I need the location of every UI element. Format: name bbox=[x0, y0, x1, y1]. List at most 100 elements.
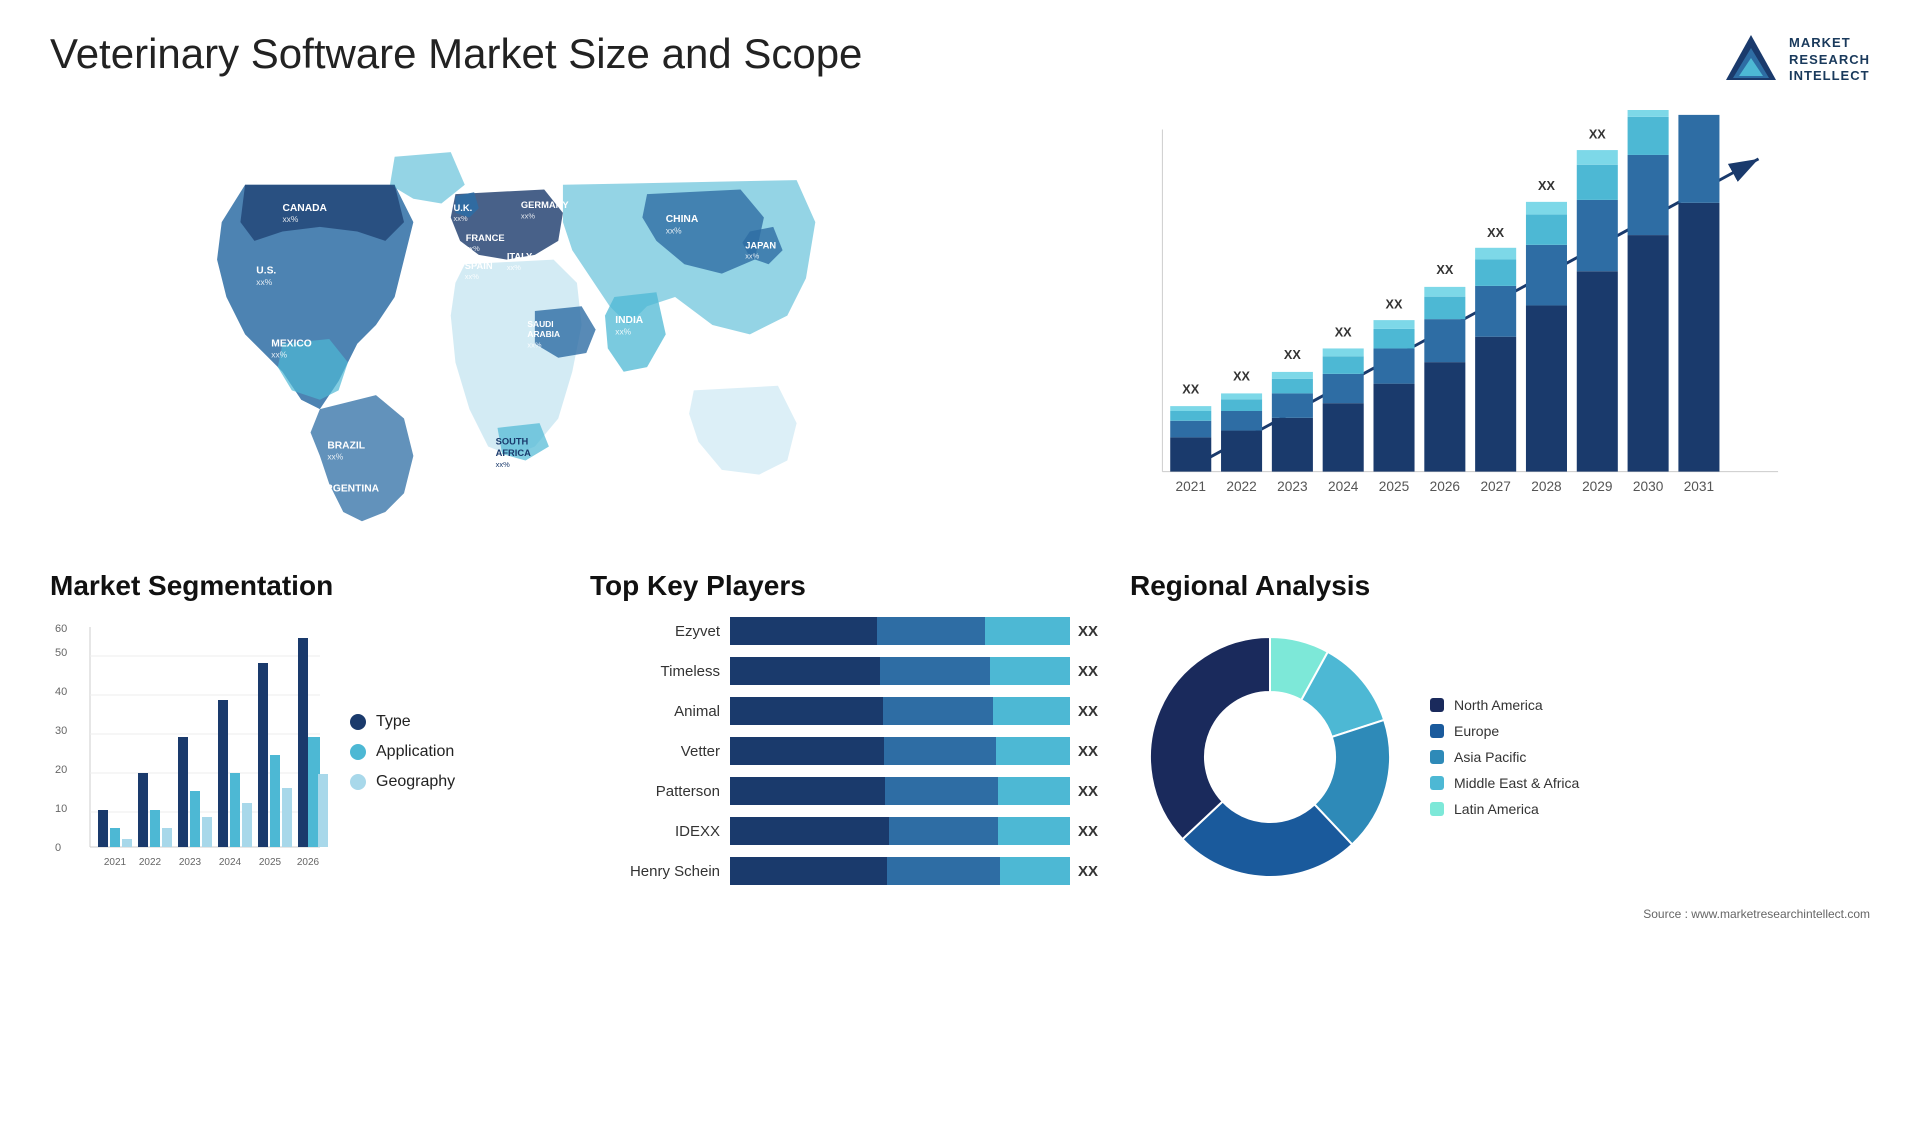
svg-text:2024: 2024 bbox=[1328, 479, 1359, 494]
player-value-label: XX bbox=[1078, 663, 1098, 680]
seg-chart-wrap: 0 10 20 30 40 50 60 bbox=[50, 617, 570, 887]
svg-text:INDIA: INDIA bbox=[615, 315, 644, 326]
bar-segment-3 bbox=[1000, 857, 1070, 885]
player-bar-wrap: XX bbox=[730, 777, 1110, 805]
page-title: Veterinary Software Market Size and Scop… bbox=[50, 30, 862, 78]
svg-text:ARABIA: ARABIA bbox=[527, 329, 560, 339]
legend-label-type: Type bbox=[376, 713, 411, 731]
player-name: Vetter bbox=[590, 743, 720, 760]
player-value-label: XX bbox=[1078, 703, 1098, 720]
player-bar bbox=[730, 697, 1070, 725]
svg-text:2022: 2022 bbox=[1227, 479, 1257, 494]
seg-legend: Type Application Geography bbox=[350, 713, 455, 791]
svg-text:xx%: xx% bbox=[282, 214, 298, 224]
svg-text:XX: XX bbox=[1488, 226, 1505, 240]
legend-application: Application bbox=[350, 743, 455, 761]
player-name: Patterson bbox=[590, 783, 720, 800]
bar-segment-2 bbox=[883, 697, 993, 725]
regional-section: Regional Analysis North America Europe A… bbox=[1130, 570, 1870, 921]
bar-chart-container: XX XX XX XX bbox=[1022, 110, 1870, 540]
svg-text:xx%: xx% bbox=[507, 263, 521, 272]
player-row: Vetter XX bbox=[590, 737, 1110, 765]
svg-text:xx%: xx% bbox=[256, 277, 272, 287]
bar-segment-3 bbox=[990, 657, 1070, 685]
svg-text:40: 40 bbox=[55, 686, 67, 698]
player-bar-wrap: XX bbox=[730, 737, 1110, 765]
regional-legend-label: Asia Pacific bbox=[1454, 749, 1526, 765]
svg-text:xx%: xx% bbox=[318, 495, 334, 505]
key-players-section: Top Key Players Ezyvet XX Timeless XX An… bbox=[590, 570, 1110, 921]
svg-text:U.S.: U.S. bbox=[256, 266, 276, 277]
regional-legend-dot bbox=[1430, 750, 1444, 764]
svg-text:XX: XX bbox=[1284, 348, 1301, 362]
regional-legend-label: Europe bbox=[1454, 723, 1499, 739]
svg-text:FRANCE: FRANCE bbox=[466, 233, 505, 243]
svg-text:xx%: xx% bbox=[666, 225, 682, 235]
svg-text:MEXICO: MEXICO bbox=[271, 339, 312, 350]
bar-segment-2 bbox=[889, 817, 998, 845]
bar-segment-2 bbox=[877, 617, 985, 645]
legend-dot-application bbox=[350, 744, 366, 760]
legend-geography: Geography bbox=[350, 773, 455, 791]
bar-segment-1 bbox=[730, 737, 884, 765]
svg-text:2021: 2021 bbox=[104, 857, 127, 868]
svg-text:XX: XX bbox=[1233, 370, 1250, 384]
regional-legend-label: Latin America bbox=[1454, 801, 1539, 817]
svg-text:xx%: xx% bbox=[327, 452, 343, 462]
svg-text:2031: 2031 bbox=[1684, 479, 1714, 494]
svg-text:CANADA: CANADA bbox=[282, 203, 327, 214]
legend-type: Type bbox=[350, 713, 455, 731]
svg-text:2026: 2026 bbox=[297, 857, 320, 868]
bar-chart-svg: XX XX XX XX bbox=[1022, 110, 1870, 540]
player-bar bbox=[730, 857, 1070, 885]
player-row: Patterson XX bbox=[590, 777, 1110, 805]
bar-segment-3 bbox=[985, 617, 1070, 645]
svg-text:50: 50 bbox=[55, 647, 67, 659]
regional-legend-item: Asia Pacific bbox=[1430, 749, 1579, 765]
bar-segment-1 bbox=[730, 657, 880, 685]
regional-legend-dot bbox=[1430, 776, 1444, 790]
player-name: IDEXX bbox=[590, 823, 720, 840]
legend-dot-type bbox=[350, 714, 366, 730]
player-row: Animal XX bbox=[590, 697, 1110, 725]
svg-text:SOUTH: SOUTH bbox=[496, 437, 529, 447]
svg-text:xx%: xx% bbox=[527, 340, 541, 349]
player-bar-wrap: XX bbox=[730, 697, 1110, 725]
svg-text:2030: 2030 bbox=[1633, 479, 1664, 494]
regional-legend-item: Latin America bbox=[1430, 801, 1579, 817]
svg-text:JAPAN: JAPAN bbox=[745, 240, 776, 250]
svg-text:10: 10 bbox=[55, 803, 67, 815]
regional-legend-dot bbox=[1430, 724, 1444, 738]
regional-legend-label: Middle East & Africa bbox=[1454, 775, 1579, 791]
svg-text:30: 30 bbox=[55, 725, 67, 737]
player-bar bbox=[730, 617, 1070, 645]
svg-text:GERMANY: GERMANY bbox=[521, 200, 569, 210]
svg-text:SAUDI: SAUDI bbox=[527, 319, 553, 329]
bar-segment-2 bbox=[887, 857, 1000, 885]
regional-legend: North America Europe Asia Pacific Middle… bbox=[1430, 697, 1579, 817]
player-row: IDEXX XX bbox=[590, 817, 1110, 845]
regional-legend-item: Middle East & Africa bbox=[1430, 775, 1579, 791]
svg-text:ARGENTINA: ARGENTINA bbox=[318, 483, 380, 494]
bar-segment-1 bbox=[730, 857, 887, 885]
player-value-label: XX bbox=[1078, 623, 1098, 640]
bar-segment-2 bbox=[884, 737, 996, 765]
segmentation-section: Market Segmentation 0 10 20 30 40 50 60 bbox=[50, 570, 570, 921]
svg-text:xx%: xx% bbox=[745, 252, 759, 261]
bar-segment-1 bbox=[730, 617, 877, 645]
players-list: Ezyvet XX Timeless XX Animal bbox=[590, 617, 1110, 885]
player-value-label: XX bbox=[1078, 743, 1098, 760]
regional-legend-label: North America bbox=[1454, 697, 1543, 713]
svg-text:xx%: xx% bbox=[466, 244, 480, 253]
svg-text:2021: 2021 bbox=[1176, 479, 1206, 494]
regional-legend-item: Europe bbox=[1430, 723, 1579, 739]
bar-segment-3 bbox=[996, 737, 1070, 765]
player-row: Timeless XX bbox=[590, 657, 1110, 685]
seg-chart-svg: 0 10 20 30 40 50 60 bbox=[50, 617, 330, 887]
svg-text:2023: 2023 bbox=[179, 857, 202, 868]
player-row: Henry Schein XX bbox=[590, 857, 1110, 885]
bar-segment-1 bbox=[730, 697, 883, 725]
player-value-label: XX bbox=[1078, 783, 1098, 800]
legend-dot-geography bbox=[350, 774, 366, 790]
regional-legend-dot bbox=[1430, 802, 1444, 816]
